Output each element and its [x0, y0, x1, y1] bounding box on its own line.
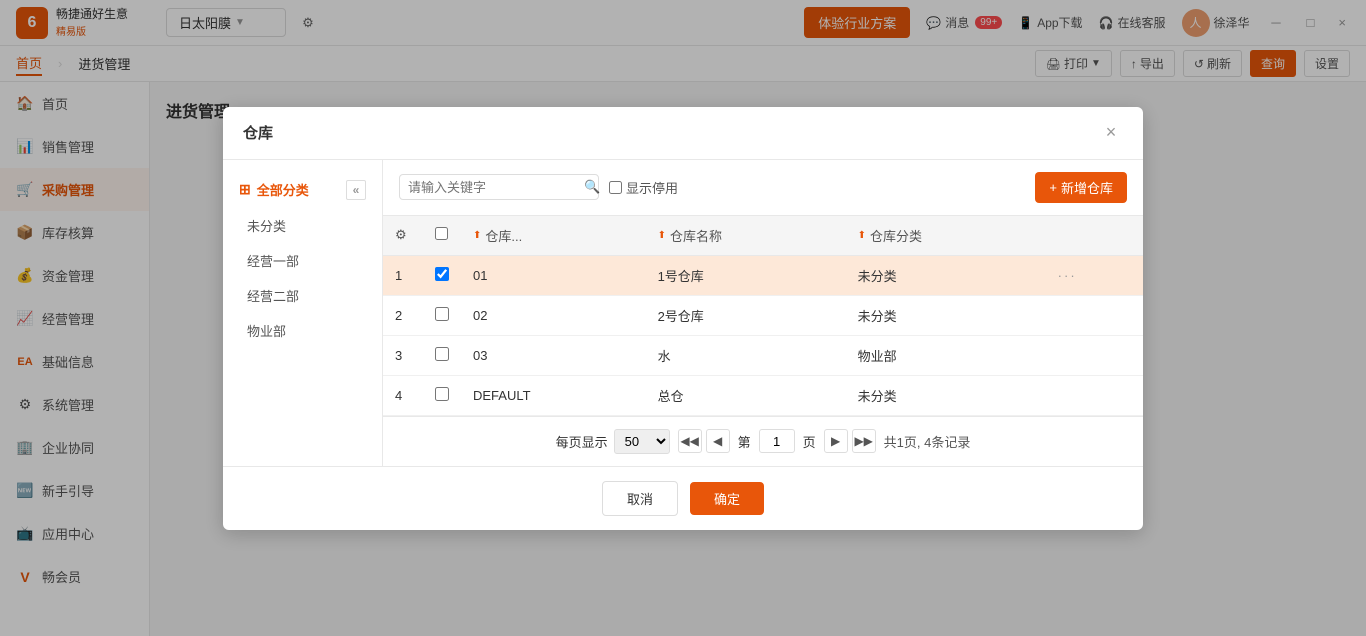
th-name-label: 仓库名称 [670, 226, 722, 245]
table-header-row: ⚙ ⬆ 仓库... [383, 216, 1143, 256]
per-page-select[interactable]: 50 10 20 100 [614, 429, 670, 454]
modal-title: 仓库 [243, 122, 273, 143]
row-checkbox-cell[interactable] [423, 375, 461, 415]
page-number-input[interactable] [759, 429, 795, 453]
sort-icon-code: ⬆ [473, 230, 481, 241]
row-actions [1046, 295, 1143, 335]
table-row[interactable]: 2 02 2号仓库 未分类 [383, 295, 1143, 335]
th-name[interactable]: ⬆ 仓库名称 [646, 216, 846, 256]
table-row[interactable]: 3 03 水 物业部 [383, 335, 1143, 375]
row-index: 4 [383, 375, 423, 415]
row-checkbox[interactable] [435, 347, 449, 361]
modal-header: 仓库 × [223, 107, 1143, 160]
th-code[interactable]: ⬆ 仓库... [461, 216, 646, 256]
pagination: 每页显示 50 10 20 100 ◀◀ ◀ 第 页 [383, 416, 1143, 466]
table-row[interactable]: 1 01 1号仓库 未分类 ··· [383, 255, 1143, 295]
last-page-button[interactable]: ▶▶ [852, 429, 876, 453]
row-code: 01 [461, 255, 646, 295]
page-nav: ◀◀ ◀ 第 页 ▶ ▶▶ [678, 429, 876, 453]
th-settings[interactable]: ⚙ [383, 216, 423, 256]
add-warehouse-button[interactable]: + 新增仓库 [1035, 172, 1127, 203]
row-checkbox[interactable] [435, 387, 449, 401]
row-checkbox[interactable] [435, 267, 449, 281]
row-category: 未分类 [846, 295, 1046, 335]
modal-category-unclassified[interactable]: 未分类 [223, 208, 382, 243]
search-icon[interactable]: 🔍 [584, 179, 600, 195]
modal-category-dept1[interactable]: 经营一部 [223, 243, 382, 278]
modal-close-button[interactable]: × [1099, 121, 1123, 145]
row-checkbox[interactable] [435, 307, 449, 321]
add-warehouse-label: 新增仓库 [1061, 178, 1113, 197]
plus-icon: + [1049, 180, 1057, 195]
warehouse-table: ⚙ ⬆ 仓库... [383, 216, 1143, 416]
per-page-label: 每页显示 [556, 432, 608, 451]
cancel-button[interactable]: 取消 [602, 481, 678, 516]
search-input[interactable] [408, 180, 584, 195]
row-checkbox-cell[interactable] [423, 335, 461, 375]
row-name: 水 [646, 335, 846, 375]
row-index: 3 [383, 335, 423, 375]
modal-category-dept2[interactable]: 经营二部 [223, 278, 382, 313]
warehouse-modal: 仓库 × ⊞ 全部分类 « 未分类 经营一部 经营二部 物业部 [223, 107, 1143, 530]
row-index: 1 [383, 255, 423, 295]
show-disabled-checkbox[interactable] [609, 181, 622, 194]
row-category: 物业部 [846, 335, 1046, 375]
row-index: 2 [383, 295, 423, 335]
row-code: 03 [461, 335, 646, 375]
modal-main: 🔍 显示停用 + 新增仓库 [383, 160, 1143, 466]
prev-page-button[interactable]: ◀ [706, 429, 730, 453]
row-actions [1046, 375, 1143, 415]
modal-footer: 取消 确定 [223, 466, 1143, 530]
row-actions: ··· [1046, 255, 1143, 295]
modal-overlay: 仓库 × ⊞ 全部分类 « 未分类 经营一部 经营二部 物业部 [0, 0, 1366, 636]
sort-icon-name: ⬆ [658, 230, 666, 241]
settings-icon: ⚙ [395, 227, 407, 242]
row-name: 2号仓库 [646, 295, 846, 335]
grid-icon: ⊞ [239, 181, 251, 198]
th-actions [1046, 216, 1143, 256]
modal-sidebar-header-label: 全部分类 [257, 180, 309, 199]
page-prefix: 第 [738, 432, 751, 451]
collapse-button[interactable]: « [346, 180, 366, 200]
th-category-label: 仓库分类 [870, 226, 922, 245]
th-code-label: 仓库... [485, 226, 522, 245]
per-page-control: 每页显示 50 10 20 100 [556, 429, 670, 454]
total-info: 共1页, 4条记录 [884, 432, 971, 451]
th-checkbox [423, 216, 461, 256]
row-code: 02 [461, 295, 646, 335]
next-page-button[interactable]: ▶ [824, 429, 848, 453]
row-actions [1046, 335, 1143, 375]
select-all-checkbox[interactable] [435, 227, 448, 240]
modal-toolbar: 🔍 显示停用 + 新增仓库 [383, 160, 1143, 216]
page-suffix: 页 [803, 432, 816, 451]
row-checkbox-cell[interactable] [423, 295, 461, 335]
modal-body: ⊞ 全部分类 « 未分类 经营一部 经营二部 物业部 🔍 [223, 160, 1143, 466]
th-category[interactable]: ⬆ 仓库分类 [846, 216, 1046, 256]
modal-category-property[interactable]: 物业部 [223, 313, 382, 348]
sort-icon-category: ⬆ [858, 230, 866, 241]
show-disabled-text: 显示停用 [626, 178, 678, 197]
modal-sidebar: ⊞ 全部分类 « 未分类 经营一部 经营二部 物业部 [223, 160, 383, 466]
confirm-button[interactable]: 确定 [690, 482, 764, 515]
row-more-icon[interactable]: ··· [1058, 268, 1077, 283]
row-category: 未分类 [846, 375, 1046, 415]
row-name: 总仓 [646, 375, 846, 415]
first-page-button[interactable]: ◀◀ [678, 429, 702, 453]
row-category: 未分类 [846, 255, 1046, 295]
row-code: DEFAULT [461, 375, 646, 415]
row-checkbox-cell[interactable] [423, 255, 461, 295]
row-name: 1号仓库 [646, 255, 846, 295]
modal-sidebar-header[interactable]: ⊞ 全部分类 « [223, 172, 382, 208]
search-box[interactable]: 🔍 [399, 174, 599, 200]
show-disabled-label[interactable]: 显示停用 [609, 178, 678, 197]
table-row[interactable]: 4 DEFAULT 总仓 未分类 [383, 375, 1143, 415]
